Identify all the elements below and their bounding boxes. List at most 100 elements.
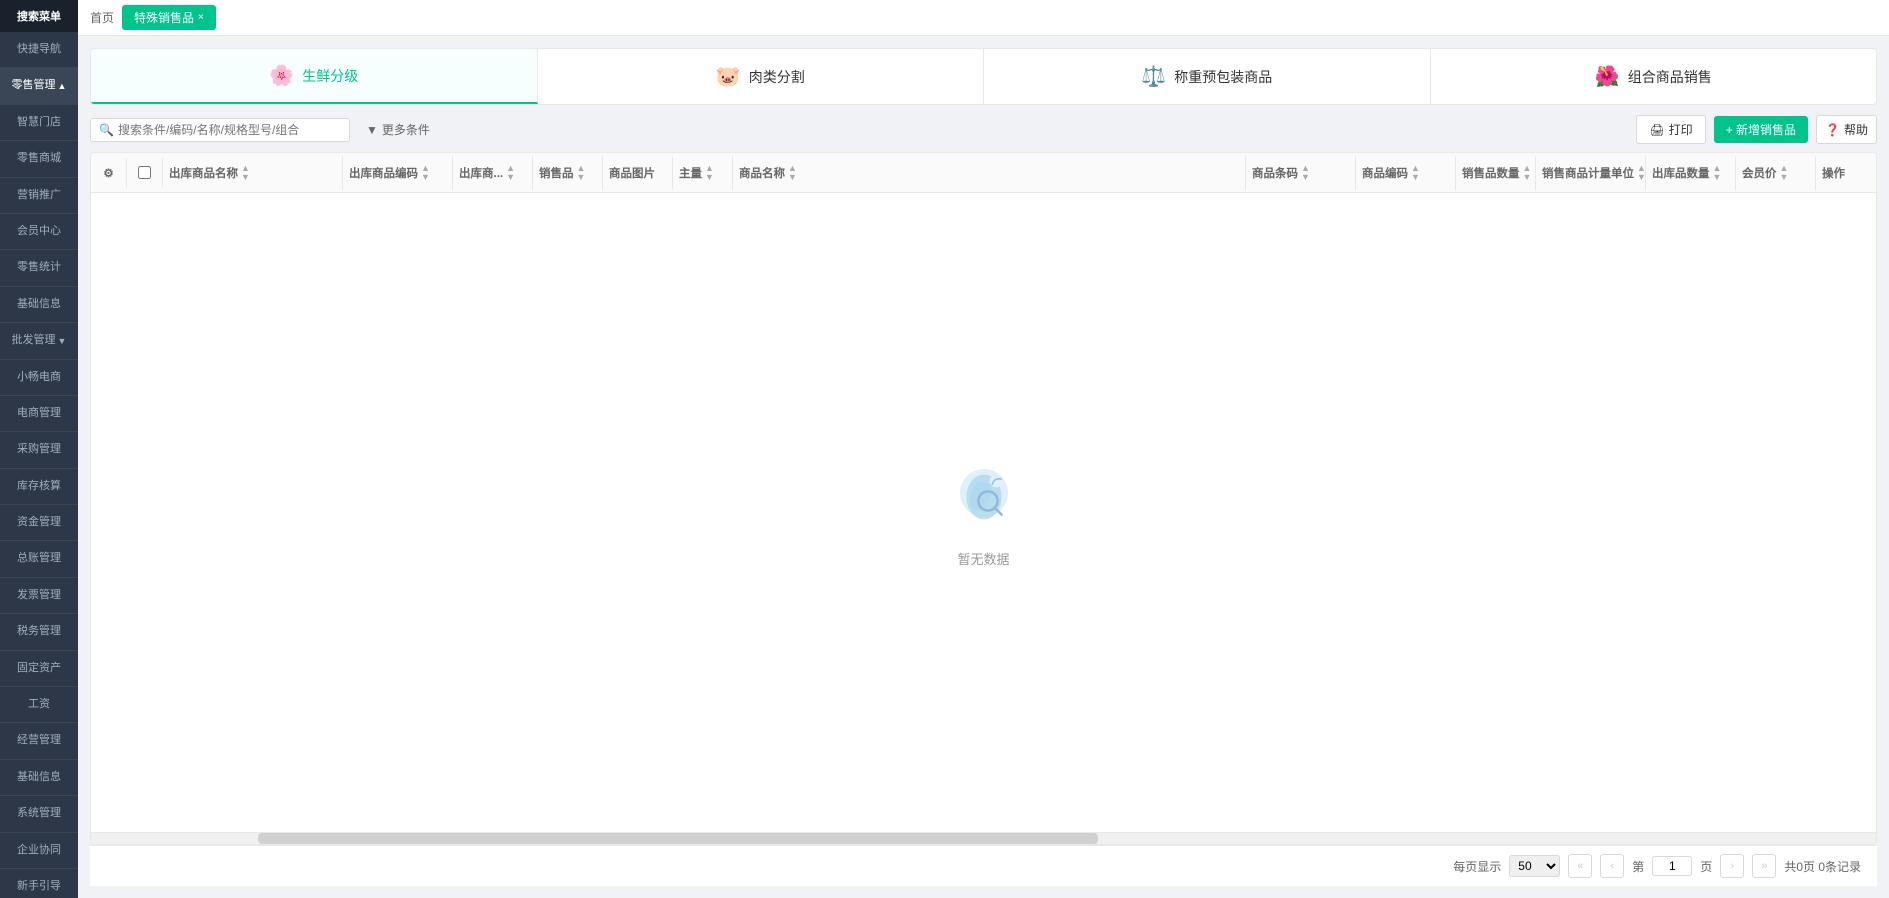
toolbar-left: 🔍 ▼ 更多条件: [90, 117, 438, 142]
sidebar-item-inventory[interactable]: 库存核算: [0, 469, 78, 505]
page-content: 🌸 生鲜分级 🐷 肉类分割 ⚖️ 称重预包装商品 🌺 组合商品销售 🔍: [78, 36, 1889, 898]
main-content: 首页 特殊销售品 × 🌸 生鲜分级 🐷 肉类分割 ⚖️ 称重预包装商品 🌺 组合…: [78, 0, 1889, 898]
topbar: 首页 特殊销售品 ×: [78, 0, 1889, 36]
sidebar-item-retail-mall[interactable]: 零售商城: [0, 141, 78, 177]
empty-icon: [944, 457, 1024, 537]
th-out-qty[interactable]: 出库品数量 ▲▼: [1646, 156, 1736, 190]
toolbar: 🔍 ▼ 更多条件 🖨 打印 + 新增销售品 ❓ 帮助: [90, 115, 1877, 144]
cat-tab-meat-cut[interactable]: 🐷 肉类分割: [538, 49, 985, 104]
sidebar-item-basic-info-2[interactable]: 基础信息: [0, 760, 78, 796]
print-icon: 🖨: [1649, 123, 1664, 137]
th-unit[interactable]: 销售商品计量单位 ▲▼: [1536, 156, 1646, 190]
sidebar-item-member-center[interactable]: 会员中心: [0, 214, 78, 250]
sort-icon-12: ▲▼: [1780, 164, 1789, 182]
cat-tab-fresh-grade[interactable]: 🌸 生鲜分级: [91, 49, 538, 104]
horizontal-scrollbar[interactable]: [91, 832, 1876, 844]
first-page-btn[interactable]: «: [1568, 854, 1592, 878]
sidebar-item-system-mgmt[interactable]: 系统管理: [0, 796, 78, 832]
sidebar-item-wholesale-mgmt[interactable]: 批发管理 ▼: [0, 323, 78, 359]
sidebar-logo[interactable]: 搜索菜单: [0, 0, 78, 32]
fresh-grade-icon: 🌸: [269, 63, 294, 88]
sidebar-item-retail-stats[interactable]: 零售统计: [0, 250, 78, 286]
settings-icon: ⚙: [103, 166, 113, 180]
wholesale-arrow: ▼: [58, 335, 67, 348]
toolbar-right: 🖨 打印 + 新增销售品 ❓ 帮助: [1636, 115, 1877, 144]
filter-icon: ▼: [366, 123, 378, 137]
topbar-active-tab[interactable]: 特殊销售品 ×: [122, 5, 216, 30]
sidebar-item-fixed-assets[interactable]: 固定资产: [0, 651, 78, 687]
sidebar-item-marketing[interactable]: 营销推广: [0, 178, 78, 214]
total-info: 共0页 0条记录: [1784, 858, 1861, 875]
sidebar-item-retail-mgmt[interactable]: 零售管理 ▲: [0, 68, 78, 104]
sidebar-item-new-guide[interactable]: 新手引导: [0, 869, 78, 898]
sort-icon-3: ▲▼: [506, 164, 515, 182]
search-icon: 🔍: [99, 123, 114, 137]
retail-mgmt-arrow: ▲: [58, 80, 67, 93]
page-number-input[interactable]: [1652, 856, 1692, 876]
combo-sale-icon: 🌺: [1595, 64, 1620, 89]
sidebar-item-finance[interactable]: 资金管理: [0, 505, 78, 541]
weight-pkg-icon: ⚖️: [1141, 64, 1166, 89]
category-tabs: 🌸 生鲜分级 🐷 肉类分割 ⚖️ 称重预包装商品 🌺 组合商品销售: [90, 48, 1877, 105]
th-member-price[interactable]: 会员价 ▲▼: [1736, 156, 1816, 190]
th-out-name[interactable]: 出库商品名称 ▲▼: [163, 156, 343, 190]
add-button[interactable]: + 新增销售品: [1714, 116, 1808, 143]
th-weight[interactable]: 主量 ▲▼: [673, 156, 733, 190]
th-out-code[interactable]: 出库商品编码 ▲▼: [343, 156, 453, 190]
sort-icon-2: ▲▼: [421, 164, 430, 182]
th-checkbox[interactable]: [127, 158, 163, 187]
sidebar-item-payroll[interactable]: 工资: [0, 687, 78, 723]
sidebar-item-mini-ecom[interactable]: 小畅电商: [0, 360, 78, 396]
sidebar-item-quick-nav[interactable]: 快捷导航: [0, 32, 78, 68]
empty-state: 暂无数据: [91, 193, 1876, 832]
sidebar-item-tax-mgmt[interactable]: 税务管理: [0, 614, 78, 650]
sidebar-item-purchase-mgmt[interactable]: 采购管理: [0, 432, 78, 468]
th-sale-qty[interactable]: 销售品数量 ▲▼: [1456, 156, 1536, 190]
th-img[interactable]: 商品图片: [603, 157, 673, 189]
th-gear[interactable]: ⚙: [91, 158, 127, 188]
pagination: 每页显示 20 50 100 « ‹ 第 页 › » 共0页 0条记录: [90, 845, 1877, 886]
empty-text: 暂无数据: [957, 549, 1009, 568]
print-button[interactable]: 🖨 打印: [1636, 115, 1705, 144]
search-box[interactable]: 🔍: [90, 118, 350, 142]
tab-close-icon[interactable]: ×: [198, 12, 204, 23]
th-out-spec[interactable]: 出库商... ▲▼: [453, 156, 533, 190]
help-button[interactable]: ❓ 帮助: [1816, 115, 1877, 144]
sort-icon-9: ▲▼: [1523, 164, 1532, 182]
cat-tab-weight-pkg[interactable]: ⚖️ 称重预包装商品: [984, 49, 1431, 104]
last-page-btn[interactable]: »: [1752, 854, 1776, 878]
th-barcode[interactable]: 商品条码 ▲▼: [1246, 156, 1356, 190]
sidebar: 搜索菜单 快捷导航 零售管理 ▲ 智慧门店 零售商城 营销推广 会员中心 零售统…: [0, 0, 78, 898]
sidebar-item-corp-agreement[interactable]: 企业协同: [0, 833, 78, 869]
sidebar-item-smart-store[interactable]: 智慧门店: [0, 105, 78, 141]
th-goods-name[interactable]: 商品名称 ▲▼: [733, 156, 1246, 190]
cat-tab-fresh-grade-label: 生鲜分级: [302, 66, 358, 86]
prev-page-btn[interactable]: ‹: [1600, 854, 1624, 878]
sort-icon-7: ▲▼: [1301, 164, 1310, 182]
filter-button[interactable]: ▼ 更多条件: [358, 117, 438, 142]
th-sale-goods[interactable]: 销售品 ▲▼: [533, 156, 603, 190]
meat-cut-icon: 🐷: [716, 64, 741, 89]
scrollbar-thumb[interactable]: [258, 833, 1098, 844]
next-page-btn[interactable]: ›: [1720, 854, 1744, 878]
select-all-checkbox[interactable]: [138, 166, 151, 179]
th-op: 操作: [1816, 157, 1876, 189]
per-page-select[interactable]: 20 50 100: [1509, 855, 1560, 877]
sort-icon: ▲▼: [241, 164, 250, 182]
cat-tab-combo-sale[interactable]: 🌺 组合商品销售: [1431, 49, 1877, 104]
sidebar-item-operations[interactable]: 经营管理: [0, 723, 78, 759]
per-page-label: 每页显示: [1453, 858, 1501, 875]
topbar-home-link[interactable]: 首页: [90, 9, 114, 26]
sort-icon-4: ▲▼: [577, 164, 586, 182]
page-suffix: 页: [1700, 858, 1712, 875]
help-icon: ❓: [1825, 123, 1840, 137]
sidebar-item-invoice-mgmt[interactable]: 发票管理: [0, 578, 78, 614]
sidebar-item-general-ledger[interactable]: 总账管理: [0, 541, 78, 577]
sidebar-item-ecom-mgmt[interactable]: 电商管理: [0, 396, 78, 432]
sidebar-item-basic-info-1[interactable]: 基础信息: [0, 287, 78, 323]
th-goods-code[interactable]: 商品编码 ▲▼: [1356, 156, 1456, 190]
sort-icon-11: ▲▼: [1713, 164, 1722, 182]
table-header: ⚙ 出库商品名称 ▲▼ 出库商品编码 ▲▼ 出库商... ▲▼: [91, 153, 1876, 193]
search-input[interactable]: [118, 123, 341, 137]
page-label-text: 第: [1632, 858, 1644, 875]
